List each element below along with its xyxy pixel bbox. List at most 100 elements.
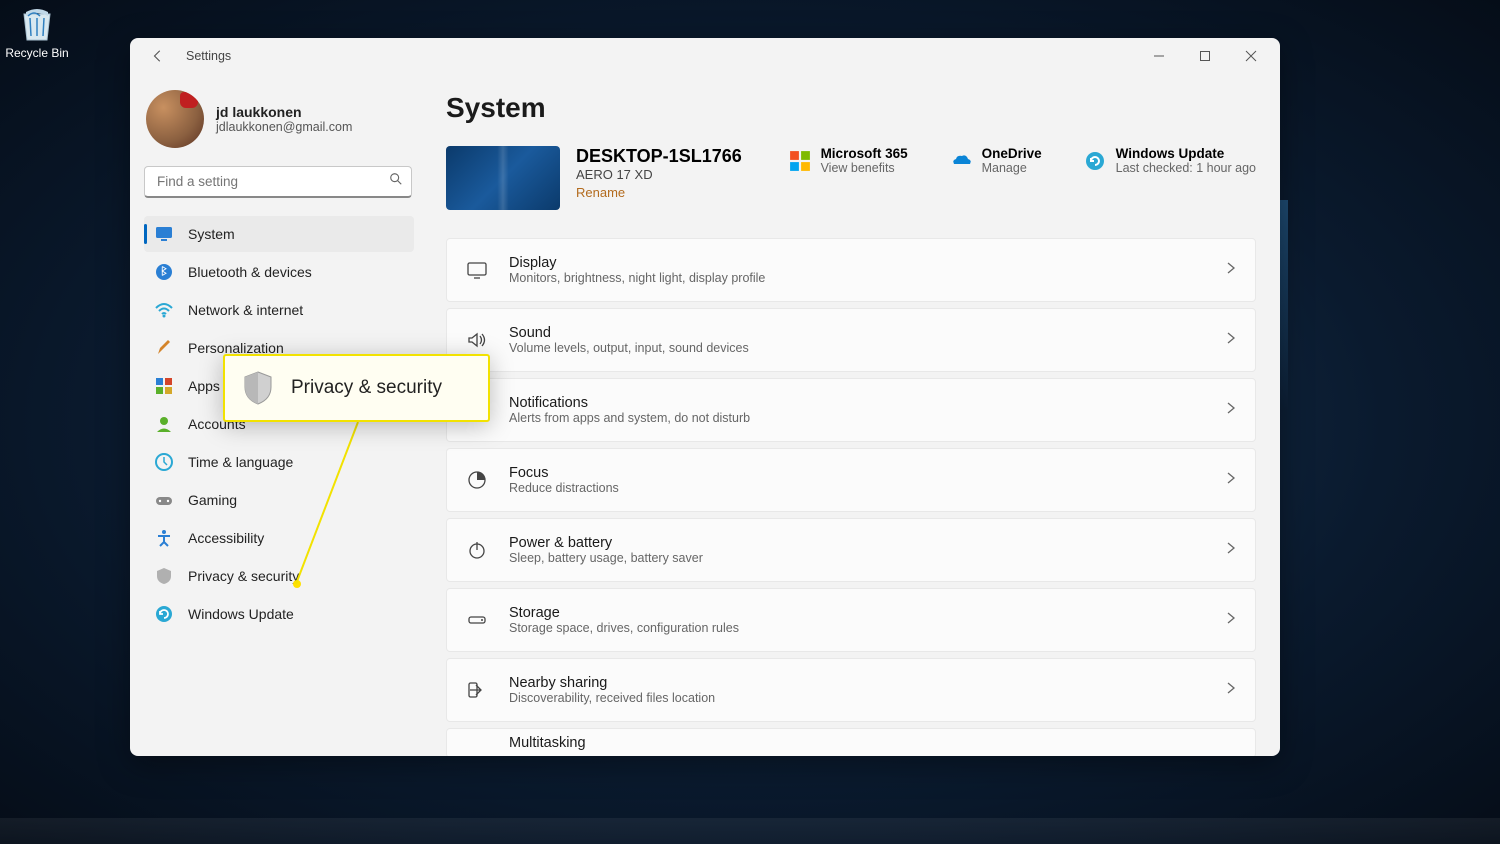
- sidebar-item-label: System: [188, 226, 235, 242]
- setting-title: Display: [509, 255, 765, 271]
- device-name: DESKTOP-1SL1766: [576, 146, 742, 167]
- setting-row-sound[interactable]: Sound Volume levels, output, input, soun…: [446, 308, 1256, 372]
- display-icon: [465, 258, 489, 282]
- settings-list: Display Monitors, brightness, night ligh…: [446, 238, 1256, 756]
- setting-sub: Storage space, drives, configuration rul…: [509, 621, 739, 635]
- share-icon: [465, 678, 489, 702]
- setting-sub: Discoverability, received files location: [509, 691, 715, 705]
- search-icon: [389, 172, 403, 191]
- shield-icon: [154, 566, 174, 586]
- status-sub: Manage: [982, 161, 1042, 175]
- sidebar-item-privacy-security[interactable]: Privacy & security: [144, 558, 414, 594]
- sidebar-item-windows-update[interactable]: Windows Update: [144, 596, 414, 632]
- setting-row-display[interactable]: Display Monitors, brightness, night ligh…: [446, 238, 1256, 302]
- setting-sub: Monitors, brightness, night light, displ…: [509, 271, 765, 285]
- sidebar-item-label: Gaming: [188, 492, 237, 508]
- sidebar-item-label: Privacy & security: [188, 568, 299, 584]
- sidebar-item-label: Network & internet: [188, 302, 303, 318]
- chevron-right-icon: [1225, 471, 1237, 489]
- status-title: Microsoft 365: [821, 146, 908, 161]
- setting-row-multitasking[interactable]: Multitasking: [446, 728, 1256, 756]
- back-button[interactable]: [144, 42, 172, 70]
- apps-icon: [154, 376, 174, 396]
- search-input[interactable]: [157, 174, 389, 189]
- setting-title: Nearby sharing: [509, 675, 715, 691]
- device-thumbnail: [446, 146, 560, 210]
- status-windows-update[interactable]: Windows Update Last checked: 1 hour ago: [1084, 146, 1256, 175]
- recycle-bin-icon: [16, 2, 58, 44]
- sidebar-item-label: Windows Update: [188, 606, 294, 622]
- callout-label: Privacy & security: [291, 377, 442, 399]
- setting-row-nearby-sharing[interactable]: Nearby sharing Discoverability, received…: [446, 658, 1256, 722]
- status-m365[interactable]: Microsoft 365 View benefits: [789, 146, 908, 175]
- chevron-right-icon: [1225, 261, 1237, 279]
- device-box: DESKTOP-1SL1766 AERO 17 XD Rename: [446, 146, 742, 210]
- accessibility-icon: [154, 528, 174, 548]
- status-title: OneDrive: [982, 146, 1042, 161]
- update-icon: [154, 604, 174, 624]
- status-title: Windows Update: [1116, 146, 1256, 161]
- setting-sub: Sleep, battery usage, battery saver: [509, 551, 703, 565]
- taskbar[interactable]: [0, 818, 1500, 844]
- chevron-right-icon: [1225, 541, 1237, 559]
- sidebar-item-label: Accessibility: [188, 530, 264, 546]
- setting-title: Focus: [509, 465, 619, 481]
- rename-link[interactable]: Rename: [576, 185, 625, 200]
- setting-row-focus[interactable]: Focus Reduce distractions: [446, 448, 1256, 512]
- sidebar-item-accessibility[interactable]: Accessibility: [144, 520, 414, 556]
- avatar: [146, 90, 204, 148]
- windows-update-status-icon: [1084, 150, 1106, 172]
- setting-title: Notifications: [509, 395, 750, 411]
- sidebar-item-label: Time & language: [188, 454, 293, 470]
- wifi-icon: [154, 300, 174, 320]
- setting-row-notifications[interactable]: Notifications Alerts from apps and syste…: [446, 378, 1256, 442]
- chevron-right-icon: [1225, 401, 1237, 419]
- page-title: System: [446, 92, 1256, 124]
- power-icon: [465, 538, 489, 562]
- minimize-button[interactable]: [1136, 41, 1182, 71]
- shield-icon: [243, 371, 273, 405]
- sidebar-item-bluetooth[interactable]: Bluetooth & devices: [144, 254, 414, 290]
- setting-sub: Alerts from apps and system, do not dist…: [509, 411, 750, 425]
- setting-title: Storage: [509, 605, 739, 621]
- storage-icon: [465, 608, 489, 632]
- clock-globe-icon: [154, 452, 174, 472]
- recycle-bin-desktop-icon[interactable]: Recycle Bin: [2, 2, 72, 60]
- window-controls: [1136, 41, 1274, 71]
- setting-title: Sound: [509, 325, 749, 341]
- microsoft-365-icon: [789, 150, 811, 172]
- gamepad-icon: [154, 490, 174, 510]
- sidebar-item-network[interactable]: Network & internet: [144, 292, 414, 328]
- profile-block[interactable]: jd laukkonen jdlaukkonen@gmail.com: [144, 78, 414, 166]
- sidebar-item-system[interactable]: System: [144, 216, 414, 252]
- setting-row-power[interactable]: Power & battery Sleep, battery usage, ba…: [446, 518, 1256, 582]
- device-model: AERO 17 XD: [576, 167, 742, 182]
- sidebar-item-gaming[interactable]: Gaming: [144, 482, 414, 518]
- multitask-icon: [465, 731, 489, 755]
- callout-privacy-security: Privacy & security: [223, 354, 490, 422]
- search-box[interactable]: [144, 166, 412, 198]
- close-button[interactable]: [1228, 41, 1274, 71]
- system-top-row: DESKTOP-1SL1766 AERO 17 XD Rename Micros…: [446, 146, 1256, 210]
- maximize-button[interactable]: [1182, 41, 1228, 71]
- monitor-icon: [154, 224, 174, 244]
- sidebar-item-label: Apps: [188, 378, 220, 394]
- profile-name: jd laukkonen: [216, 104, 352, 120]
- status-onedrive[interactable]: OneDrive Manage: [950, 146, 1042, 175]
- person-icon: [154, 414, 174, 434]
- setting-title: Multitasking: [509, 735, 586, 751]
- onedrive-icon: [950, 150, 972, 172]
- status-sub: Last checked: 1 hour ago: [1116, 161, 1256, 175]
- profile-email: jdlaukkonen@gmail.com: [216, 120, 352, 134]
- callout-anchor-dot: [293, 580, 301, 588]
- sidebar-item-time-language[interactable]: Time & language: [144, 444, 414, 480]
- setting-title: Power & battery: [509, 535, 703, 551]
- sound-icon: [465, 328, 489, 352]
- chevron-right-icon: [1225, 611, 1237, 629]
- window-title: Settings: [186, 49, 231, 63]
- chevron-right-icon: [1225, 331, 1237, 349]
- recycle-bin-label: Recycle Bin: [2, 46, 72, 60]
- sidebar-item-label: Bluetooth & devices: [188, 264, 312, 280]
- titlebar: Settings: [130, 38, 1280, 74]
- setting-row-storage[interactable]: Storage Storage space, drives, configura…: [446, 588, 1256, 652]
